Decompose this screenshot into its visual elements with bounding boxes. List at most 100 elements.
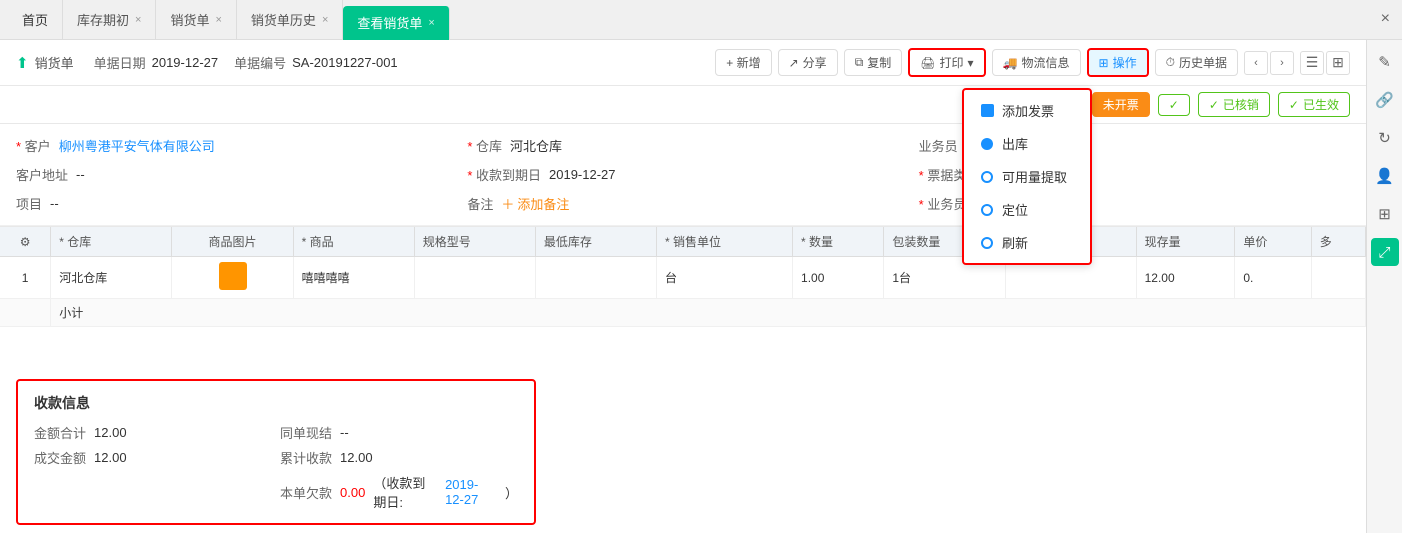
check-icon: ✓ [1169,98,1179,112]
product-thumbnail [219,262,247,290]
history-button[interactable]: ⏱ 历史单据 [1155,49,1238,76]
close-inventory-tab[interactable]: × [135,14,141,26]
payment-info-box: 收款信息 金额合计 12.00 成交金额 12.00 同单现结 -- [16,379,536,525]
refresh-sidebar-icon[interactable]: ↻ [1371,124,1399,152]
check-icon-2: ✓ [1209,98,1219,112]
row-current-stock: 12.00 [1136,257,1235,299]
note-field: 备注 ＋ 添加备注 [467,194,898,213]
doc-header: ⬆ 销货单 单据日期 2019-12-27 单据编号 SA-20191227-0… [0,40,1366,86]
col-min-stock: 最低库存 [535,227,656,257]
logistics-button[interactable]: 🚚 物流信息 [992,49,1081,76]
menu-locate[interactable]: 定位 [964,193,1090,226]
col-warehouse: * 仓库 [51,227,172,257]
operation-button[interactable]: ⊞ 操作 [1087,48,1149,77]
product-table: ⚙ * 仓库 商品图片 * 商品 规格型号 最低库存 * 销售单位 * 数量 包… [0,227,1366,327]
main-toolbar: + 新增 ↗ 分享 ⧉ 复制 🖨 打印 ▾ 🚚 物流信息 [715,48,1350,77]
address-value: -- [76,167,85,182]
tab-view-sales[interactable]: 查看销货单 × [343,6,449,40]
table-row: 1 河北仓库 嘻嘻嘻嘻 台 1.00 1台 12.00 0. [0,257,1366,299]
new-button[interactable]: + 新增 [715,49,771,76]
product-table-container: ⚙ * 仓库 商品图片 * 商品 规格型号 最低库存 * 销售单位 * 数量 包… [0,226,1366,371]
truck-icon: 🚚 [1003,56,1018,70]
warehouse-value: 河北仓库 [510,136,562,155]
menu-outbound[interactable]: 出库 [964,127,1090,160]
grid-view-button[interactable]: ⊞ [1326,51,1350,75]
tab-sales[interactable]: 销货单 × [156,0,236,40]
cumulative-row: 累计收款 12.00 [280,448,518,467]
not-open-button[interactable]: 未开票 [1092,92,1150,117]
menu-available-qty[interactable]: 可用量提取 [964,160,1090,193]
row-unit-price: 0. [1235,257,1311,299]
menu-refresh[interactable]: 刷新 [964,226,1090,259]
next-button[interactable]: › [1270,51,1294,75]
plus-icon: ＋ [501,194,514,213]
grid-icon: ⊞ [1099,56,1109,70]
owed-row: 本单欠款 0.00 （收款到期日: 2019-12-27 ） [280,473,518,511]
row-unit: 台 [657,257,793,299]
share-icon: ↗ [789,56,799,70]
already-active-button[interactable]: ✓ 已生效 [1278,92,1350,117]
share-button[interactable]: ↗ 分享 [778,49,838,76]
view-toggle: ☰ ⊞ [1300,51,1350,75]
employee-label: 业务员 [919,136,958,155]
row-warehouse: 河北仓库 [51,257,172,299]
project-value: -- [50,196,59,211]
transaction-row: 成交金额 12.00 [34,448,272,467]
table-header-row: ⚙ * 仓库 商品图片 * 商品 规格型号 最低库存 * 销售单位 * 数量 包… [0,227,1366,257]
row-image [172,257,293,299]
col-product: * 商品 [293,227,414,257]
same-order-row: 同单现结 -- [280,423,518,442]
doc-date: 单据日期 2019-12-27 [94,53,219,72]
address-label: 客户地址 [16,165,68,184]
history-icon: ⏱ [1166,55,1175,70]
col-current-stock: 现存量 [1136,227,1235,257]
row-more [1311,257,1365,299]
row-quantity: 1.00 [793,257,884,299]
copy-icon: ⧉ [855,55,864,70]
sales-icon: ⬆ [16,54,29,72]
col-unit: * 销售单位 [657,227,793,257]
tab-bar: 首页 库存期初 × 销货单 × 销货单历史 × 查看销货单 × × [0,0,1402,40]
already-void-button[interactable]: ✓ 已核销 [1198,92,1270,117]
expand-sidebar-icon[interactable]: ⤢ [1371,238,1399,266]
add-note-button[interactable]: ＋ 添加备注 [501,194,569,213]
total-row: 金额合计 12.00 [34,423,272,442]
customer-value[interactable]: 柳州粤港平安气体有限公司 [59,136,215,155]
window-close-button[interactable]: × [1381,10,1390,28]
link-sidebar-icon[interactable]: 🔗 [1371,86,1399,114]
menu-add-invoice[interactable]: 添加发票 [964,94,1090,127]
warehouse-label: 仓库 [467,136,502,155]
col-more: 多 [1311,227,1365,257]
close-history-tab[interactable]: × [322,14,328,26]
available-qty-icon [980,170,994,184]
tab-inventory[interactable]: 库存期初 × [63,0,156,40]
print-dropdown-arrow[interactable]: ▾ [968,56,974,70]
tab-home[interactable]: 首页 [8,0,63,40]
customer-field: 客户 柳州粤港平安气体有限公司 [16,136,447,155]
close-sales-tab[interactable]: × [215,14,221,26]
tab-sales-history[interactable]: 销货单历史 × [237,0,343,40]
add-invoice-icon [980,104,994,118]
operation-dropdown: 添加发票 出库 可用量提取 定位 刷新 [962,88,1092,265]
doc-meta: 单据日期 2019-12-27 单据编号 SA-20191227-001 [94,53,696,72]
edit-sidebar-icon[interactable]: ✎ [1371,48,1399,76]
subtotal-row: 小计 [0,299,1366,327]
copy-button[interactable]: ⧉ 复制 [844,49,903,76]
locate-icon [980,203,994,217]
table-sidebar-icon[interactable]: ⊞ [1371,200,1399,228]
form-area: 客户 柳州粤港平安气体有限公司 仓库 河北仓库 业务员 演示账号 客户地址 --… [0,124,1366,226]
prev-button[interactable]: ‹ [1244,51,1268,75]
col-gear[interactable]: ⚙ [0,227,51,257]
print-button[interactable]: 🖨 打印 ▾ [908,48,985,77]
list-view-button[interactable]: ☰ [1300,51,1324,75]
doc-type-label: 销货单 [35,53,74,72]
row-seq: 1 [0,257,51,299]
refresh-icon [980,236,994,250]
doc-number: 单据编号 SA-20191227-001 [234,53,398,72]
print-icon: 🖨 [920,56,935,70]
close-view-tab[interactable]: × [428,17,434,29]
row-spec [414,257,535,299]
due-date-field: 收款到期日 2019-12-27 [467,165,898,184]
confirm-button[interactable]: ✓ [1158,94,1190,116]
user-sidebar-icon[interactable]: 👤 [1371,162,1399,190]
